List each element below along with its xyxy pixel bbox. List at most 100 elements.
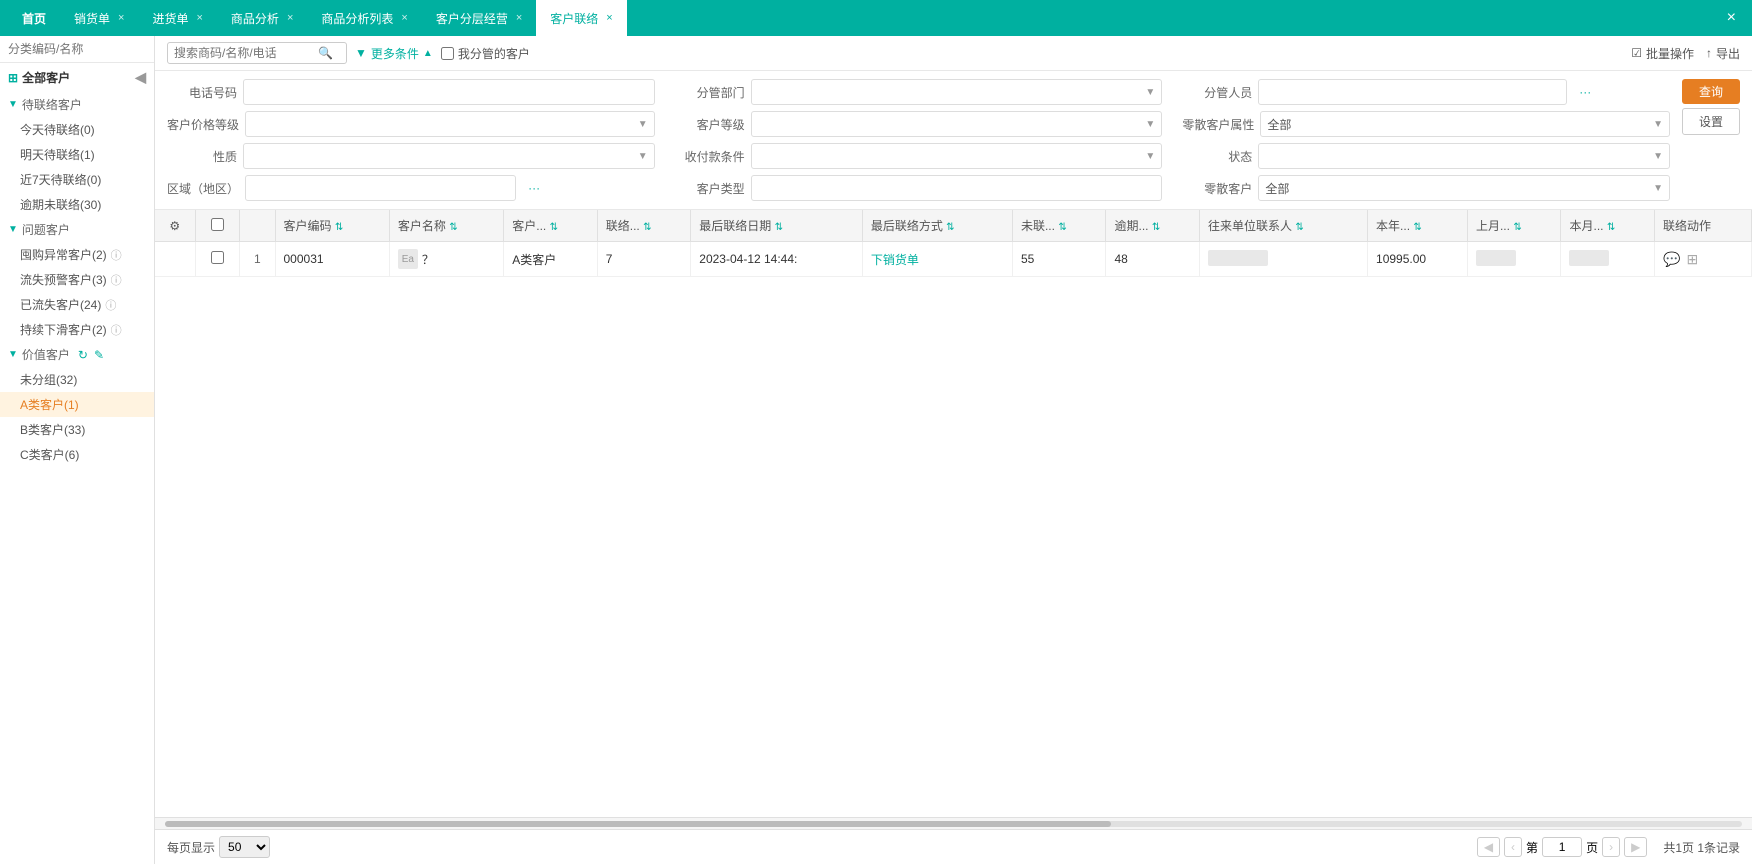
sidebar-group-pending[interactable]: ▼ 待联络客户 [0, 92, 154, 117]
page-input[interactable] [1542, 837, 1582, 857]
prev-page-button[interactable]: ‹ [1504, 837, 1522, 857]
search-icon[interactable]: 🔍 [318, 46, 333, 60]
th-no-contact[interactable]: 未联... ⇅ [1012, 210, 1106, 242]
nav-home[interactable]: 首页 [8, 0, 60, 36]
person-more-icon[interactable]: ··· [1573, 85, 1597, 99]
filter-retail-select[interactable]: 全部 ▼ [1258, 175, 1670, 201]
my-customers-check[interactable] [441, 47, 454, 60]
close-purchase-icon[interactable]: × [196, 12, 202, 24]
next-page-button[interactable]: › [1602, 837, 1620, 857]
sort-overdue-icon[interactable]: ⇅ [1152, 222, 1160, 233]
close-customer-contact-icon[interactable]: × [606, 12, 612, 24]
sidebar-item-tomorrow-pending[interactable]: 明天待联络(1) [0, 142, 154, 167]
row-check[interactable] [211, 251, 224, 264]
row-last-contact-method[interactable]: 下销货单 [862, 242, 1012, 277]
nav-goods-analysis[interactable]: 商品分析 × [217, 0, 307, 36]
filter-person-input[interactable] [1258, 79, 1567, 105]
sidebar-item-unclassified[interactable]: 未分组(32) [0, 367, 154, 392]
nav-goods-list[interactable]: 商品分析列表 × [307, 0, 421, 36]
th-customer-type[interactable]: 客户... ⇅ [504, 210, 598, 242]
nav-customer-contact[interactable]: 客户联络 × [536, 0, 626, 36]
close-goods-list-icon[interactable]: × [401, 12, 407, 24]
filter-status-select[interactable]: ▼ [1258, 143, 1670, 169]
edit-value-icon[interactable]: ✎ [94, 348, 104, 362]
search-input[interactable] [174, 46, 314, 60]
sidebar-item-class-a[interactable]: A类客户(1) [0, 392, 154, 417]
row-checkbox[interactable] [195, 242, 240, 277]
filter-price-select[interactable]: ▼ [245, 111, 655, 137]
filter-customer-type-input[interactable] [751, 175, 1163, 201]
sort-code-icon[interactable]: ⇅ [335, 222, 343, 233]
nav-purchase[interactable]: 进货单 × [138, 0, 216, 36]
close-all-tabs-button[interactable]: × [1719, 9, 1744, 27]
th-this-month[interactable]: 本月... ⇅ [1561, 210, 1655, 242]
sort-type-icon[interactable]: ⇅ [550, 222, 558, 233]
sidebar-search-input[interactable] [8, 42, 155, 56]
sidebar-item-churn-warning[interactable]: 流失预警客户(3) ⓘ [0, 267, 154, 292]
chat-icon[interactable]: 💬 [1663, 251, 1680, 268]
th-checkbox[interactable] [195, 210, 240, 242]
last-page-button[interactable]: ▶ [1624, 837, 1647, 857]
filter-phone-input[interactable] [243, 79, 655, 105]
filter-region-input[interactable] [245, 175, 516, 201]
query-button[interactable]: 查询 [1682, 79, 1740, 104]
filter-level-select[interactable]: ▼ [751, 111, 1163, 137]
sidebar-collapse-icon[interactable]: ◀ [135, 69, 146, 86]
sort-contact-icon[interactable]: ⇅ [643, 222, 651, 233]
th-settings[interactable]: ⚙ [155, 210, 195, 242]
sidebar-item-hoarding[interactable]: 囤购异常客户(2) ⓘ [0, 242, 154, 267]
sidebar-item-today-pending[interactable]: 今天待联络(0) [0, 117, 154, 142]
more-action-icon[interactable]: ⊞ [1686, 251, 1698, 268]
th-customer-name[interactable]: 客户名称 ⇅ [389, 210, 503, 242]
close-customer-tier-icon[interactable]: × [516, 12, 522, 24]
close-goods-analysis-icon[interactable]: × [287, 12, 293, 24]
th-overdue[interactable]: 逾期... ⇅ [1106, 210, 1200, 242]
sort-date-icon[interactable]: ⇅ [775, 222, 783, 233]
sidebar-item-overdue-contact[interactable]: 逾期未联络(30) [0, 192, 154, 217]
nav-customer-tier[interactable]: 客户分层经营 × [422, 0, 536, 36]
th-contact[interactable]: 联络... ⇅ [597, 210, 691, 242]
settings-button[interactable]: 设置 [1682, 108, 1740, 135]
export-button[interactable]: ↑ 导出 [1706, 45, 1740, 62]
nav-sales[interactable]: 销货单 × [60, 0, 138, 36]
sort-this-month-icon[interactable]: ⇅ [1607, 222, 1615, 233]
sidebar-group-problem[interactable]: ▼ 问题客户 [0, 217, 154, 242]
filter-dept-select[interactable]: ▼ [751, 79, 1163, 105]
sidebar-item-lost[interactable]: 已流失客户(24) ⓘ [0, 292, 154, 317]
per-page-select[interactable]: 50 100 200 [219, 836, 270, 858]
my-customers-checkbox[interactable]: 我分管的客户 [441, 45, 530, 62]
sort-year-icon[interactable]: ⇅ [1413, 222, 1421, 233]
close-sales-icon[interactable]: × [118, 12, 124, 24]
th-this-year[interactable]: 本年... ⇅ [1368, 210, 1468, 242]
all-customers-header[interactable]: ⊞ 全部客户 ◀ [0, 63, 154, 92]
batch-op-button[interactable]: ☑ 批量操作 [1631, 45, 1694, 62]
first-page-button[interactable]: ◀ [1477, 837, 1500, 857]
sidebar-item-declining[interactable]: 持续下滑客户(2) ⓘ [0, 317, 154, 342]
filter-payment-select[interactable]: ▼ [751, 143, 1163, 169]
th-unit-contacts[interactable]: 往来单位联系人 ⇅ [1200, 210, 1368, 242]
th-last-month[interactable]: 上月... ⇅ [1467, 210, 1561, 242]
sort-method-icon[interactable]: ⇅ [946, 222, 954, 233]
filter-retail-attr-select[interactable]: 全部 ▼ [1260, 111, 1670, 137]
scrollbar-thumb[interactable] [165, 821, 1111, 827]
th-last-contact-method[interactable]: 最后联络方式 ⇅ [862, 210, 1012, 242]
more-filter-button[interactable]: ▼ 更多条件 ▲ [355, 45, 433, 62]
refresh-value-icon[interactable]: ↻ [78, 348, 88, 362]
scrollbar-track[interactable] [165, 821, 1742, 827]
th-last-contact-date[interactable]: 最后联络日期 ⇅ [691, 210, 863, 242]
sort-unit-icon[interactable]: ⇅ [1295, 222, 1303, 233]
sort-name-icon[interactable]: ⇅ [449, 222, 457, 233]
sidebar-item-week-pending[interactable]: 近7天待联络(0) [0, 167, 154, 192]
region-more-icon[interactable]: ··· [522, 181, 546, 195]
filter-nature-select[interactable]: ▼ [243, 143, 655, 169]
sidebar-group-value[interactable]: ▼ 价值客户 ↻ ✎ [0, 342, 154, 367]
contact-method-link[interactable]: 下销货单 [871, 253, 919, 267]
sort-no-contact-icon[interactable]: ⇅ [1058, 222, 1066, 233]
horizontal-scrollbar[interactable] [155, 817, 1752, 829]
sidebar-item-class-c[interactable]: C类客户(6) [0, 442, 154, 467]
sidebar-item-class-b[interactable]: B类客户(33) [0, 417, 154, 442]
th-customer-code[interactable]: 客户编码 ⇅ [275, 210, 389, 242]
table-gear-icon[interactable]: ⚙ [169, 219, 180, 233]
sort-last-month-icon[interactable]: ⇅ [1513, 222, 1521, 233]
select-all-checkbox[interactable] [211, 218, 224, 231]
